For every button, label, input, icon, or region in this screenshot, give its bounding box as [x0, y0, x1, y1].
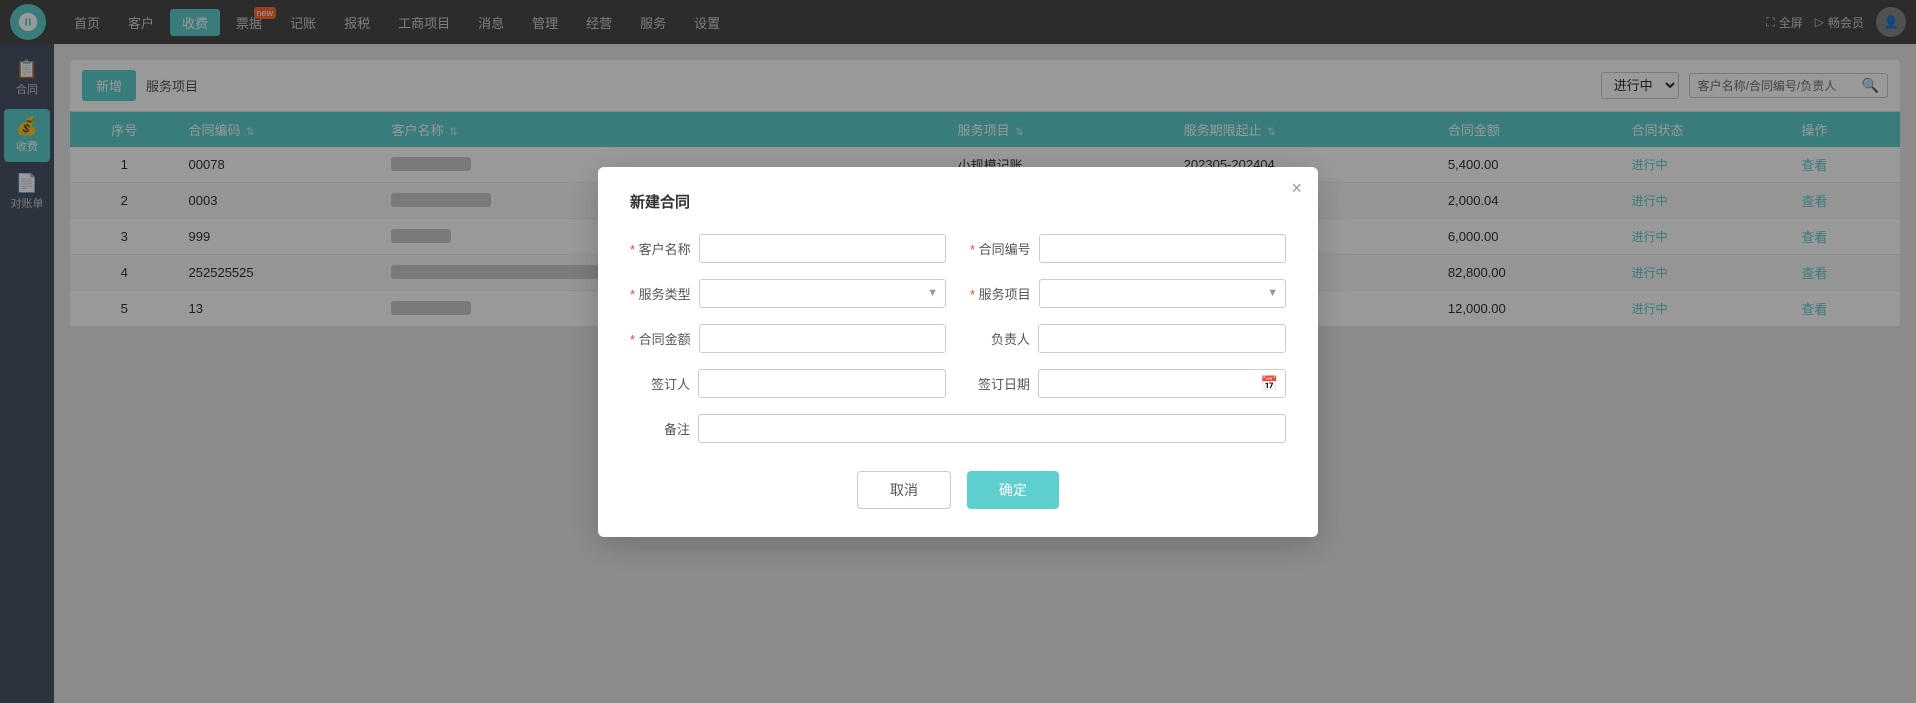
remark-label: 备注	[630, 419, 690, 438]
signer-label: 签订人	[630, 374, 690, 393]
service-type-label: 服务类型	[630, 284, 691, 303]
modal-close-button[interactable]: ×	[1291, 179, 1302, 197]
responsible-row: 负责人	[970, 324, 1286, 353]
service-item-row: 服务项目 ▼	[970, 279, 1286, 308]
cancel-button[interactable]: 取消	[857, 471, 951, 509]
service-item-label: 服务项目	[970, 284, 1031, 303]
sign-date-label: 签订日期	[970, 374, 1030, 393]
customer-name-row: 客户名称	[630, 234, 946, 263]
remark-row: 备注	[630, 414, 1286, 443]
contract-form: 客户名称 合同编号 服务类型 ▼ 服务项目	[630, 234, 1286, 443]
modal-footer: 取消 确定	[630, 471, 1286, 509]
sign-date-row: 签订日期 2023-06-06 📅	[970, 369, 1286, 398]
confirm-button[interactable]: 确定	[967, 471, 1059, 509]
contract-amount-input[interactable]: 0.00	[699, 324, 946, 353]
new-contract-modal: × 新建合同 客户名称 合同编号 服务类型 ▼	[598, 167, 1318, 537]
service-type-select[interactable]	[699, 279, 946, 308]
service-type-row: 服务类型 ▼	[630, 279, 946, 308]
customer-name-input[interactable]	[699, 234, 946, 263]
modal-overlay: × 新建合同 客户名称 合同编号 服务类型 ▼	[0, 0, 1916, 703]
contract-no-input[interactable]	[1039, 234, 1286, 263]
service-item-select[interactable]	[1039, 279, 1286, 308]
sign-date-input[interactable]: 2023-06-06	[1038, 369, 1286, 398]
contract-no-label: 合同编号	[970, 239, 1031, 258]
contract-no-row: 合同编号	[970, 234, 1286, 263]
responsible-input[interactable]	[1038, 324, 1286, 353]
contract-amount-label: 合同金额	[630, 329, 691, 348]
signer-input[interactable]	[698, 369, 946, 398]
customer-name-label: 客户名称	[630, 239, 691, 258]
signer-row: 签订人	[630, 369, 946, 398]
remark-input[interactable]	[698, 414, 1286, 443]
modal-title: 新建合同	[630, 191, 1286, 212]
contract-amount-row: 合同金额 0.00	[630, 324, 946, 353]
responsible-label: 负责人	[970, 329, 1030, 348]
